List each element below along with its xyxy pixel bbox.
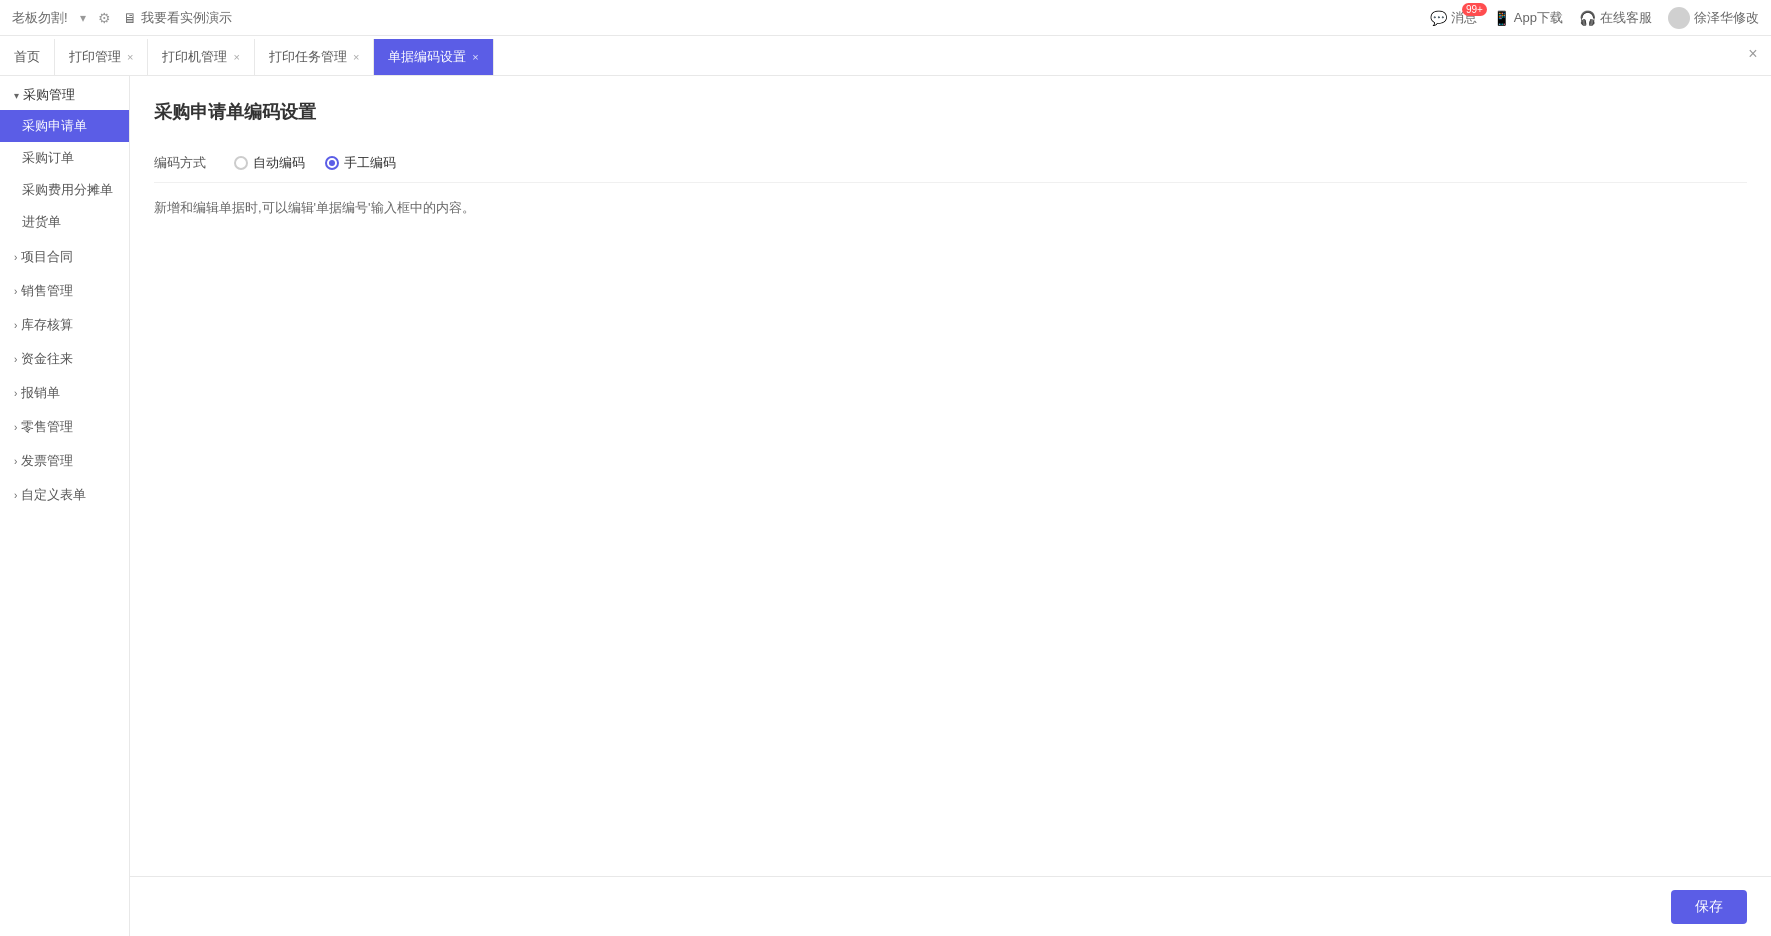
sidebar-group-invoice[interactable]: › 发票管理 <box>0 442 129 476</box>
app-icon <box>1493 10 1510 26</box>
bottom-bar: 保存 <box>130 876 1771 936</box>
auto-code-radio[interactable] <box>234 156 248 170</box>
sidebar-group-retail[interactable]: › 零售管理 <box>0 408 129 442</box>
sidebar-group-sales-arrow: › <box>14 286 17 297</box>
content-area: 采购申请单编码设置 编码方式 自动编码 手工编码 新增和编辑单据时,可以编辑'单… <box>130 76 1771 936</box>
demo-link[interactable]: 我要看实例演示 <box>123 9 232 27</box>
page-title: 采购申请单编码设置 <box>154 100 1747 124</box>
sidebar-group-project-arrow: › <box>14 252 17 263</box>
tab-print-task-management[interactable]: 打印任务管理 × <box>255 39 374 75</box>
encoding-radio-group: 自动编码 手工编码 <box>234 154 396 172</box>
encoding-section: 编码方式 自动编码 手工编码 <box>154 144 1747 183</box>
sidebar-group-purchase: ▾ 采购管理 采购申请单 采购订单 采购费用分摊单 进货单 <box>0 76 129 238</box>
sidebar-group-custom-form[interactable]: › 自定义表单 <box>0 476 129 510</box>
sidebar-group-purchase-header[interactable]: ▾ 采购管理 <box>0 76 129 110</box>
top-bar-left: 老板勿割! ▾ ⚙ 我要看实例演示 <box>12 9 232 27</box>
sidebar-group-purchase-arrow: ▾ <box>14 90 19 101</box>
online-service-button[interactable]: 在线客服 <box>1579 9 1652 27</box>
tab-close-printer-management[interactable]: × <box>233 51 239 63</box>
save-button[interactable]: 保存 <box>1671 890 1747 924</box>
tab-code-settings[interactable]: 单据编码设置 × <box>374 39 493 75</box>
sidebar-group-capital[interactable]: › 资金往来 <box>0 340 129 374</box>
sidebar-group-sales[interactable]: › 销售管理 <box>0 272 129 306</box>
tab-close-code-settings[interactable]: × <box>472 51 478 63</box>
app-download-button[interactable]: App下载 <box>1493 9 1563 27</box>
settings-icon[interactable]: ⚙ <box>98 10 111 26</box>
sidebar: ▾ 采购管理 采购申请单 采购订单 采购费用分摊单 进货单 › 项目合同 › 销… <box>0 76 130 936</box>
sidebar-item-purchase-order[interactable]: 采购订单 <box>0 142 129 174</box>
manual-code-radio[interactable] <box>325 156 339 170</box>
logo-text: 老板勿割! <box>12 9 68 27</box>
top-bar-right: 消息 99+ App下载 在线客服 徐泽华修改 <box>1430 7 1759 29</box>
message-icon <box>1430 10 1447 26</box>
sidebar-group-expense[interactable]: › 报销单 <box>0 374 129 408</box>
sidebar-group-inventory-arrow: › <box>14 320 17 331</box>
sidebar-item-purchase-expense[interactable]: 采购费用分摊单 <box>0 174 129 206</box>
avatar <box>1668 7 1690 29</box>
sidebar-group-project-contract[interactable]: › 项目合同 <box>0 238 129 272</box>
tab-close-print-management[interactable]: × <box>127 51 133 63</box>
logo-dropdown-icon[interactable]: ▾ <box>80 11 86 25</box>
sidebar-group-custom-arrow: › <box>14 490 17 501</box>
auto-code-option[interactable]: 自动编码 <box>234 154 305 172</box>
encoding-label: 编码方式 <box>154 154 214 172</box>
main-layout: ▾ 采购管理 采购申请单 采购订单 采购费用分摊单 进货单 › 项目合同 › 销… <box>0 76 1771 936</box>
sidebar-item-purchase-request[interactable]: 采购申请单 <box>0 110 129 142</box>
message-button[interactable]: 消息 99+ <box>1430 9 1477 27</box>
sidebar-group-expense-arrow: › <box>14 388 17 399</box>
sidebar-group-capital-arrow: › <box>14 354 17 365</box>
user-menu-button[interactable]: 徐泽华修改 <box>1668 7 1759 29</box>
content-inner: 采购申请单编码设置 编码方式 自动编码 手工编码 新增和编辑单据时,可以编辑'单… <box>130 76 1771 876</box>
sidebar-item-stock-in[interactable]: 进货单 <box>0 206 129 238</box>
top-bar: 老板勿割! ▾ ⚙ 我要看实例演示 消息 99+ App下载 在线客服 徐泽华修… <box>0 0 1771 36</box>
service-icon <box>1579 10 1596 26</box>
demo-icon <box>123 10 137 26</box>
sidebar-group-inventory[interactable]: › 库存核算 <box>0 306 129 340</box>
tab-printer-management[interactable]: 打印机管理 × <box>148 39 254 75</box>
message-badge: 99+ <box>1462 3 1487 16</box>
tab-close-print-task[interactable]: × <box>353 51 359 63</box>
sidebar-group-retail-arrow: › <box>14 422 17 433</box>
tab-home[interactable]: 首页 <box>0 39 55 75</box>
tab-print-management[interactable]: 打印管理 × <box>55 39 148 75</box>
hint-text: 新增和编辑单据时,可以编辑'单据编号'输入框中的内容。 <box>154 199 1747 217</box>
close-all-tabs-button[interactable]: × <box>1735 36 1771 72</box>
tab-bar: 首页 打印管理 × 打印机管理 × 打印任务管理 × 单据编码设置 × × <box>0 36 1771 76</box>
manual-code-option[interactable]: 手工编码 <box>325 154 396 172</box>
sidebar-group-invoice-arrow: › <box>14 456 17 467</box>
